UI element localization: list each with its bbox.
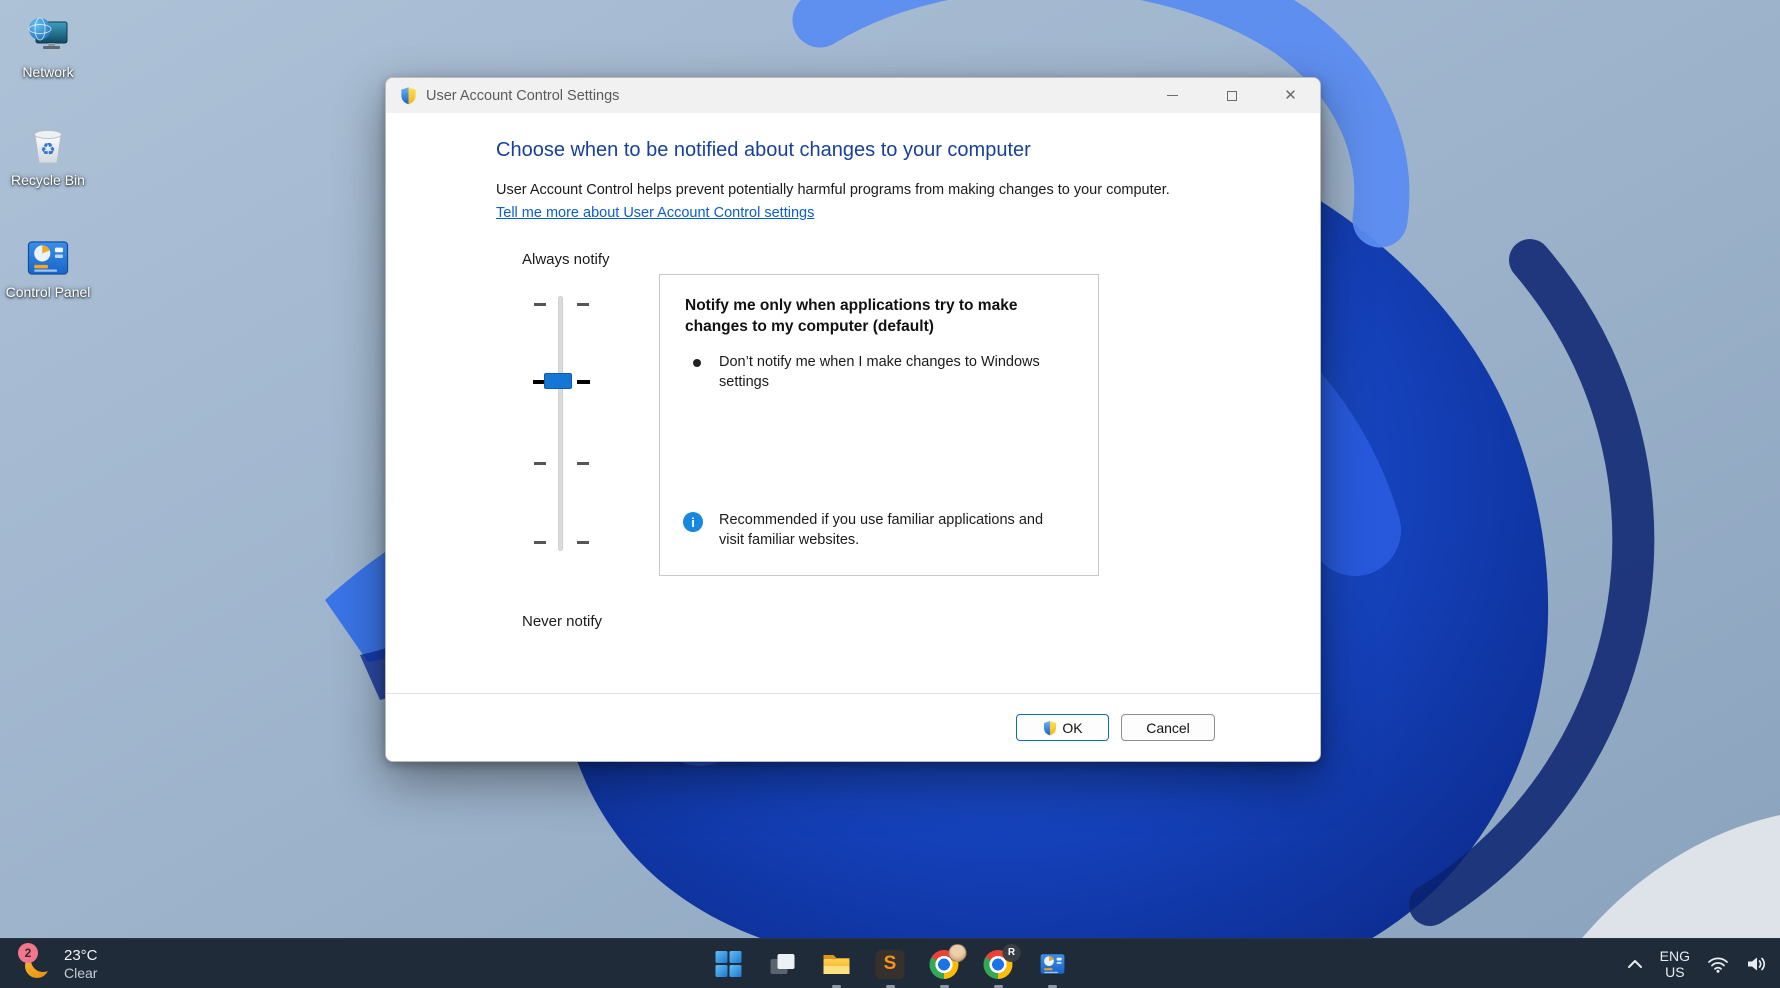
- always-notify-label: Always notify: [522, 251, 610, 268]
- notification-slider-thumb[interactable]: [544, 373, 572, 389]
- volume-button[interactable]: [1746, 955, 1768, 973]
- running-indicator: [886, 985, 895, 988]
- uac-description: User Account Control helps prevent poten…: [496, 181, 1216, 200]
- task-view-icon: [768, 950, 796, 978]
- weather-texts: 23°C Clear: [64, 947, 98, 980]
- weather-widget[interactable]: 2 23°C Clear: [14, 939, 104, 988]
- uac-shield-icon: [399, 86, 418, 105]
- notification-slider-track[interactable]: [558, 296, 563, 551]
- level-heading: Notify me only when applications try to …: [685, 296, 1075, 338]
- weather-condition: Clear: [64, 965, 98, 981]
- control-panel-icon: [24, 234, 72, 282]
- dialog-content: Choose when to be notified about changes…: [386, 113, 1320, 693]
- close-button[interactable]: ✕: [1261, 78, 1320, 113]
- taskbar: 2 23°C Clear: [0, 938, 1780, 988]
- control-panel-button[interactable]: [1037, 949, 1068, 980]
- running-indicator: [1048, 985, 1057, 988]
- desktop-icon-network[interactable]: Network: [5, 14, 91, 80]
- weather-moon-icon: 2: [20, 946, 56, 982]
- slider-tick-selected: [577, 380, 590, 384]
- minimize-button[interactable]: [1143, 78, 1202, 113]
- wifi-icon: [1707, 955, 1729, 973]
- uac-settings-window: User Account Control Settings ✕ Choose w…: [385, 77, 1321, 762]
- never-notify-label: Never notify: [522, 613, 602, 630]
- profile-avatar-badge: [949, 944, 967, 962]
- speaker-icon: [1746, 955, 1768, 973]
- ok-button-label: OK: [1062, 720, 1082, 736]
- close-icon: ✕: [1284, 88, 1297, 103]
- windows-logo-icon: [714, 950, 742, 978]
- cancel-button[interactable]: Cancel: [1121, 714, 1215, 741]
- chevron-up-icon: [1627, 959, 1643, 969]
- recycle-bin-icon: ♻: [24, 122, 72, 170]
- desktop-icon-label: Recycle Bin: [11, 173, 85, 188]
- slider-tick: [534, 541, 546, 544]
- file-explorer-button[interactable]: [821, 949, 852, 980]
- svg-text:♻: ♻: [40, 140, 55, 159]
- slider-tick: [534, 462, 546, 465]
- sublime-text-icon: S: [876, 950, 905, 979]
- slider-tick: [577, 541, 589, 544]
- info-icon: i: [683, 512, 703, 532]
- tell-me-more-link[interactable]: Tell me more about User Account Control …: [496, 205, 814, 221]
- desktop-icon-label: Control Panel: [6, 285, 91, 300]
- chrome-profile-button[interactable]: [929, 949, 960, 980]
- minimize-icon: [1167, 95, 1178, 97]
- file-explorer-icon: [821, 949, 851, 979]
- slider-tick: [577, 462, 589, 465]
- dialog-footer: OK Cancel: [386, 693, 1320, 761]
- window-titlebar[interactable]: User Account Control Settings ✕: [386, 78, 1320, 113]
- bullet-icon: [693, 359, 701, 367]
- network-icon: [24, 14, 72, 62]
- window-title: User Account Control Settings: [426, 88, 619, 104]
- recommendation-text: Recommended if you use familiar applicat…: [719, 511, 1049, 550]
- language-switcher[interactable]: ENG US: [1660, 948, 1690, 980]
- weather-badge: 2: [18, 943, 38, 963]
- cancel-button-label: Cancel: [1146, 720, 1190, 736]
- page-title: Choose when to be notified about changes…: [496, 139, 1031, 162]
- task-view-button[interactable]: [767, 949, 798, 980]
- level-bullet-text: Don’t notify me when I make changes to W…: [719, 353, 1049, 392]
- desktop-icon-recycle-bin[interactable]: ♻ Recycle Bin: [5, 122, 91, 188]
- slider-tick: [534, 303, 546, 306]
- running-indicator: [832, 985, 841, 988]
- sublime-text-button[interactable]: S: [875, 949, 906, 980]
- running-indicator: [994, 985, 1003, 988]
- taskbar-app-icons: S R: [713, 939, 1068, 988]
- chrome-secondary-button[interactable]: R: [983, 949, 1014, 980]
- running-indicator: [940, 985, 949, 988]
- start-button[interactable]: [713, 949, 744, 980]
- language-code: ENG: [1660, 948, 1690, 964]
- window-controls: ✕: [1143, 78, 1320, 113]
- maximize-button[interactable]: [1202, 78, 1261, 113]
- maximize-icon: [1227, 91, 1237, 101]
- network-status-button[interactable]: [1707, 955, 1729, 973]
- notification-level-description-box: Notify me only when applications try to …: [659, 274, 1099, 576]
- tray-overflow-button[interactable]: [1627, 959, 1643, 969]
- profile-letter-badge: R: [1003, 944, 1021, 962]
- language-region: US: [1665, 964, 1684, 980]
- weather-temperature: 23°C: [64, 947, 98, 964]
- desktop-icon-label: Network: [22, 65, 73, 80]
- desktop-icon-control-panel[interactable]: Control Panel: [5, 234, 91, 300]
- slider-tick: [577, 303, 589, 306]
- uac-shield-icon: [1042, 720, 1058, 736]
- control-panel-icon: [1038, 950, 1066, 978]
- ok-button[interactable]: OK: [1016, 714, 1109, 741]
- system-tray: ENG US: [1627, 939, 1768, 988]
